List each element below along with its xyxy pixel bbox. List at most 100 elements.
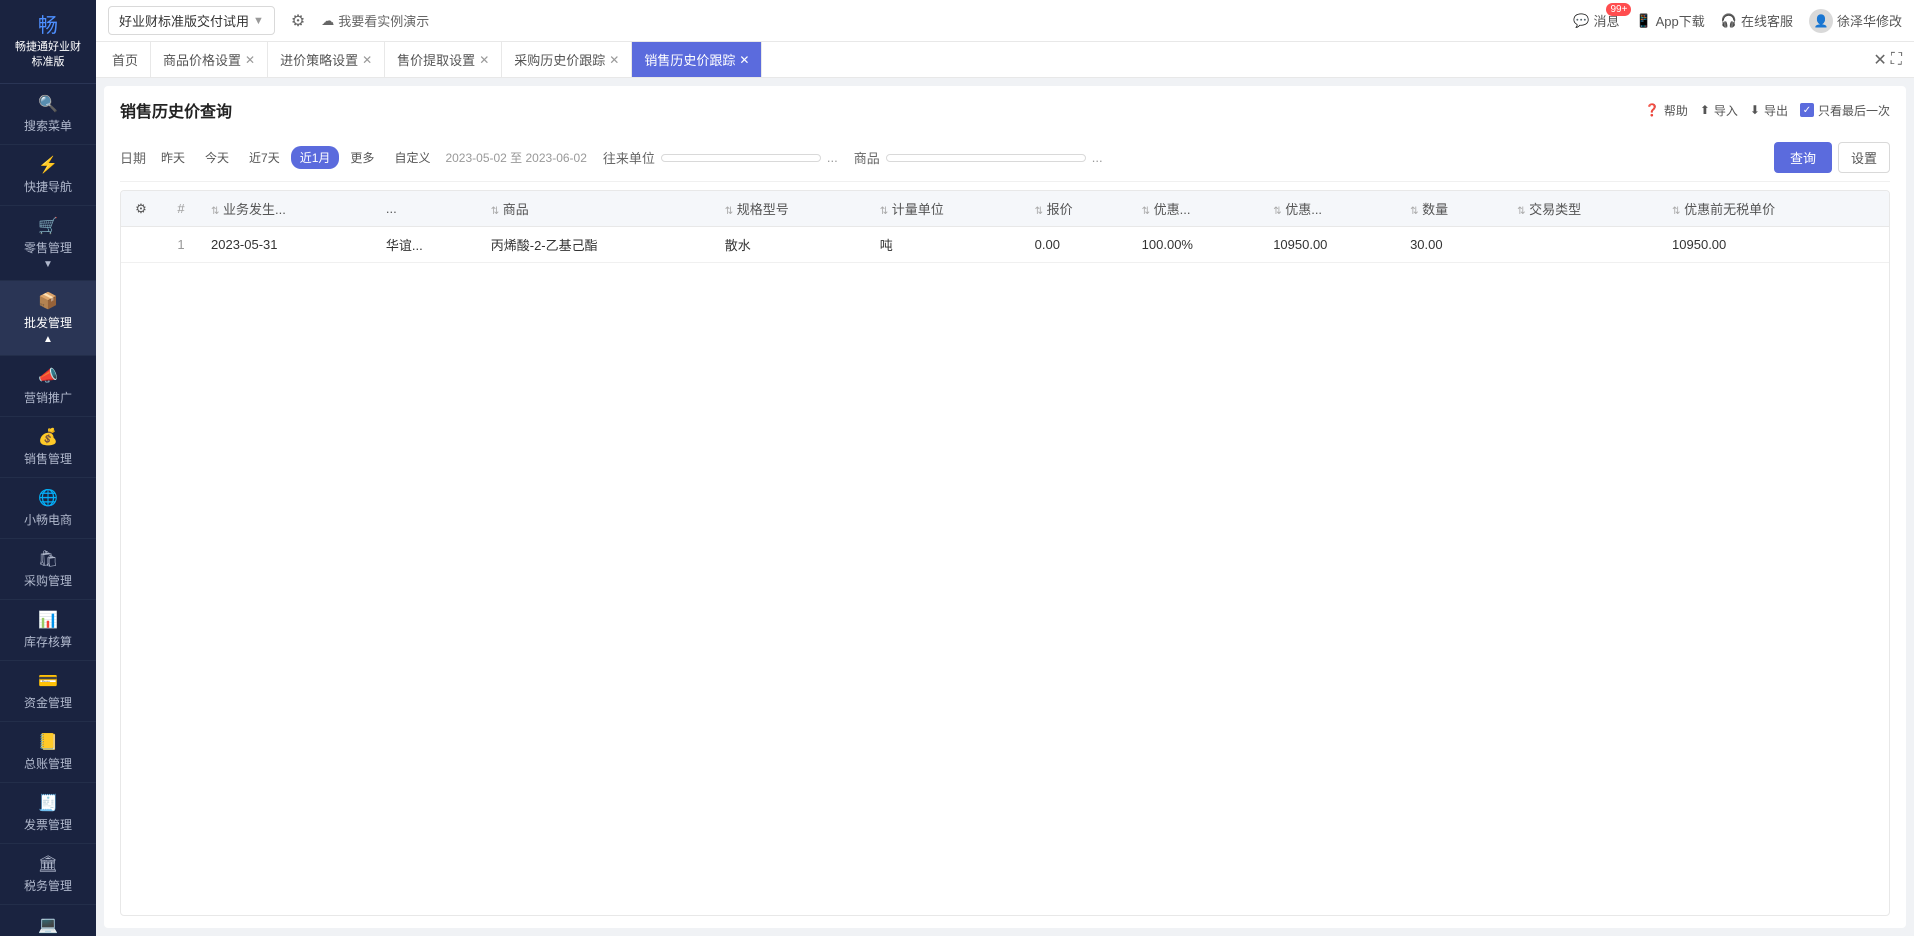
tab-product-price[interactable]: 商品价格设置 ✕ bbox=[151, 42, 268, 78]
date-btn-custom[interactable]: 自定义 bbox=[385, 146, 439, 169]
chevron-up-icon: ▲ bbox=[43, 334, 53, 345]
sidebar-item-finance[interactable]: 💳 资金管理 bbox=[0, 661, 96, 722]
close-icon[interactable]: ✕ bbox=[739, 53, 749, 67]
sidebar-item-label: 小畅电商 bbox=[24, 511, 72, 528]
from-unit-more-button[interactable]: ... bbox=[827, 150, 838, 165]
sidebar-item-label: 快捷导航 bbox=[24, 178, 72, 195]
sort-icon[interactable]: ⇅ bbox=[1035, 206, 1043, 217]
col-pretax-price: ⇅ 优惠前无税单价 bbox=[1662, 191, 1889, 227]
online-service-button[interactable]: 🎧 在线客服 bbox=[1721, 11, 1793, 30]
tab-home[interactable]: 首页 bbox=[100, 42, 151, 78]
close-icon[interactable]: ✕ bbox=[479, 53, 489, 67]
ecommerce-small-icon: 🌐 bbox=[38, 488, 58, 508]
sidebar-item-inventory[interactable]: 📊 库存核算 bbox=[0, 600, 96, 661]
close-icon[interactable]: ✕ bbox=[362, 53, 372, 67]
row-gear bbox=[121, 227, 161, 263]
table-row[interactable]: 1 2023-05-31 华谊... 丙烯酸-2-乙基己酯 散水 吨 0.00 … bbox=[121, 227, 1889, 263]
sidebar-item-wholesale[interactable]: 📦 批发管理 ▲ bbox=[0, 281, 96, 356]
sidebar-item-tax[interactable]: 🏛 税务管理 bbox=[0, 844, 96, 905]
sort-icon[interactable]: ⇅ bbox=[1410, 206, 1418, 217]
sort-icon[interactable]: ⇅ bbox=[725, 206, 733, 217]
tab-purchase-strategy[interactable]: 进价策略设置 ✕ bbox=[268, 42, 385, 78]
tab-label: 售价提取设置 bbox=[397, 50, 475, 69]
sort-icon[interactable]: ⇅ bbox=[1273, 206, 1281, 217]
column-gear-icon[interactable]: ⚙ bbox=[135, 201, 147, 216]
sort-icon[interactable]: ⇅ bbox=[880, 206, 888, 217]
row-price: 0.00 bbox=[1025, 227, 1132, 263]
topbar: 好业财标准版交付试用 ▼ ⚙ ☁ 我要看实例演示 💬 消息 99+ 📱 App下… bbox=[96, 0, 1914, 42]
date-btn-yesterday[interactable]: 昨天 bbox=[152, 146, 194, 169]
date-btn-today[interactable]: 今天 bbox=[196, 146, 238, 169]
page-header: 销售历史价查询 ❓ 帮助 ⬆ 导入 ⬇ 导出 ✓ 只看最后一次 bbox=[120, 98, 1890, 122]
query-button[interactable]: 查询 bbox=[1774, 142, 1832, 173]
sidebar-item-invoice[interactable]: 🧾 发票管理 bbox=[0, 783, 96, 844]
sort-icon[interactable]: ⇅ bbox=[491, 206, 499, 217]
export-button[interactable]: ⬇ 导出 bbox=[1750, 102, 1788, 119]
topbar-right: 💬 消息 99+ 📱 App下载 🎧 在线客服 👤 徐泽华修改 bbox=[1573, 9, 1902, 33]
close-icon[interactable]: ✕ bbox=[609, 53, 619, 67]
sidebar-item-ecommerce-small[interactable]: 🌐 小畅电商 bbox=[0, 478, 96, 539]
sidebar-item-search[interactable]: 🔍 搜索菜单 bbox=[0, 84, 96, 145]
sidebar-item-purchase[interactable]: 🛍 采购管理 bbox=[0, 539, 96, 600]
sort-icon[interactable]: ⇅ bbox=[211, 206, 219, 217]
sidebar-item-sales[interactable]: 💰 销售管理 bbox=[0, 417, 96, 478]
help-icon: ❓ bbox=[1645, 103, 1660, 117]
app-download-button[interactable]: 📱 App下载 bbox=[1635, 11, 1704, 30]
sort-icon[interactable]: ⇅ bbox=[1517, 206, 1525, 217]
messages-badge: 99+ bbox=[1606, 3, 1631, 16]
demo-button[interactable]: ☁ 我要看实例演示 bbox=[321, 11, 429, 30]
retail-icon: 🛒 bbox=[38, 216, 58, 236]
close-icon[interactable]: ✕ bbox=[245, 53, 255, 67]
product-more-button[interactable]: ... bbox=[1092, 150, 1103, 165]
from-unit-input[interactable] bbox=[661, 154, 821, 162]
invoice-icon: 🧾 bbox=[38, 793, 58, 813]
col-more: ... bbox=[376, 191, 481, 227]
sort-icon[interactable]: ⇅ bbox=[1672, 206, 1680, 217]
row-unit: 吨 bbox=[870, 227, 1025, 263]
sidebar-item-quick-nav[interactable]: ⚡ 快捷导航 bbox=[0, 145, 96, 206]
import-button[interactable]: ⬆ 导入 bbox=[1700, 102, 1738, 119]
workspace-selector[interactable]: 好业财标准版交付试用 ▼ bbox=[108, 6, 275, 35]
row-spec: 散水 bbox=[715, 227, 870, 263]
sidebar-item-ledger[interactable]: 📒 总账管理 bbox=[0, 722, 96, 783]
chevron-down-icon: ▼ bbox=[253, 15, 264, 27]
demo-icon: ☁ bbox=[321, 13, 334, 29]
help-button[interactable]: ❓ 帮助 bbox=[1645, 102, 1688, 119]
settings-button[interactable]: 设置 bbox=[1838, 142, 1890, 173]
user-name: 徐泽华修改 bbox=[1837, 11, 1902, 30]
inventory-icon: 📊 bbox=[38, 610, 58, 630]
date-label: 日期 bbox=[120, 148, 146, 167]
tabbar-controls: ✕ ⛶ bbox=[1865, 50, 1910, 70]
finance-icon: 💳 bbox=[38, 671, 58, 691]
search-icon: 🔍 bbox=[38, 94, 58, 114]
sidebar-item-label: 搜索菜单 bbox=[24, 117, 72, 134]
messages-button[interactable]: 💬 消息 99+ bbox=[1573, 11, 1619, 30]
tabbar: 首页 商品价格设置 ✕ 进价策略设置 ✕ 售价提取设置 ✕ 采购历史价跟踪 ✕ … bbox=[96, 42, 1914, 78]
last-once-toggle[interactable]: ✓ 只看最后一次 bbox=[1800, 102, 1890, 119]
tab-purchase-history[interactable]: 采购历史价跟踪 ✕ bbox=[502, 42, 632, 78]
date-filter-group: 日期 昨天 今天 近7天 近1月 更多 自定义 2023-05-02 至 202… bbox=[120, 146, 587, 169]
close-tab-button[interactable]: ✕ bbox=[1873, 50, 1886, 70]
sidebar-item-ecommerce[interactable]: 💻 电商管理 bbox=[0, 905, 96, 936]
col-num: # bbox=[161, 191, 201, 227]
phone-icon: 📱 bbox=[1635, 13, 1651, 29]
sidebar-item-retail[interactable]: 🛒 零售管理 ▼ bbox=[0, 206, 96, 281]
user-menu-button[interactable]: 👤 徐泽华修改 bbox=[1809, 9, 1902, 33]
date-btn-1month[interactable]: 近1月 bbox=[291, 146, 340, 169]
workspace-gear-button[interactable]: ⚙ bbox=[283, 7, 313, 35]
page-title: 销售历史价查询 bbox=[120, 98, 232, 122]
tab-sale-price-extract[interactable]: 售价提取设置 ✕ bbox=[385, 42, 502, 78]
date-btn-7days[interactable]: 近7天 bbox=[240, 146, 289, 169]
table-wrapper: ⚙ # ⇅ 业务发生... ... ⇅ 商品 bbox=[120, 190, 1890, 916]
from-unit-label: 往来单位 bbox=[603, 148, 655, 167]
sort-icon[interactable]: ⇅ bbox=[1142, 206, 1150, 217]
sidebar-item-label: 批发管理 bbox=[24, 314, 72, 331]
sidebar-item-marketing[interactable]: 📣 营销推广 bbox=[0, 356, 96, 417]
product-input[interactable] bbox=[886, 154, 1086, 162]
online-service-label: 在线客服 bbox=[1741, 11, 1793, 30]
date-btn-more[interactable]: 更多 bbox=[341, 146, 383, 169]
col-price: ⇅ 报价 bbox=[1025, 191, 1132, 227]
col-discount-amt: ⇅ 优惠... bbox=[1263, 191, 1400, 227]
tab-sales-history[interactable]: 销售历史价跟踪 ✕ bbox=[632, 42, 762, 78]
maximize-button[interactable]: ⛶ bbox=[1891, 51, 1902, 69]
